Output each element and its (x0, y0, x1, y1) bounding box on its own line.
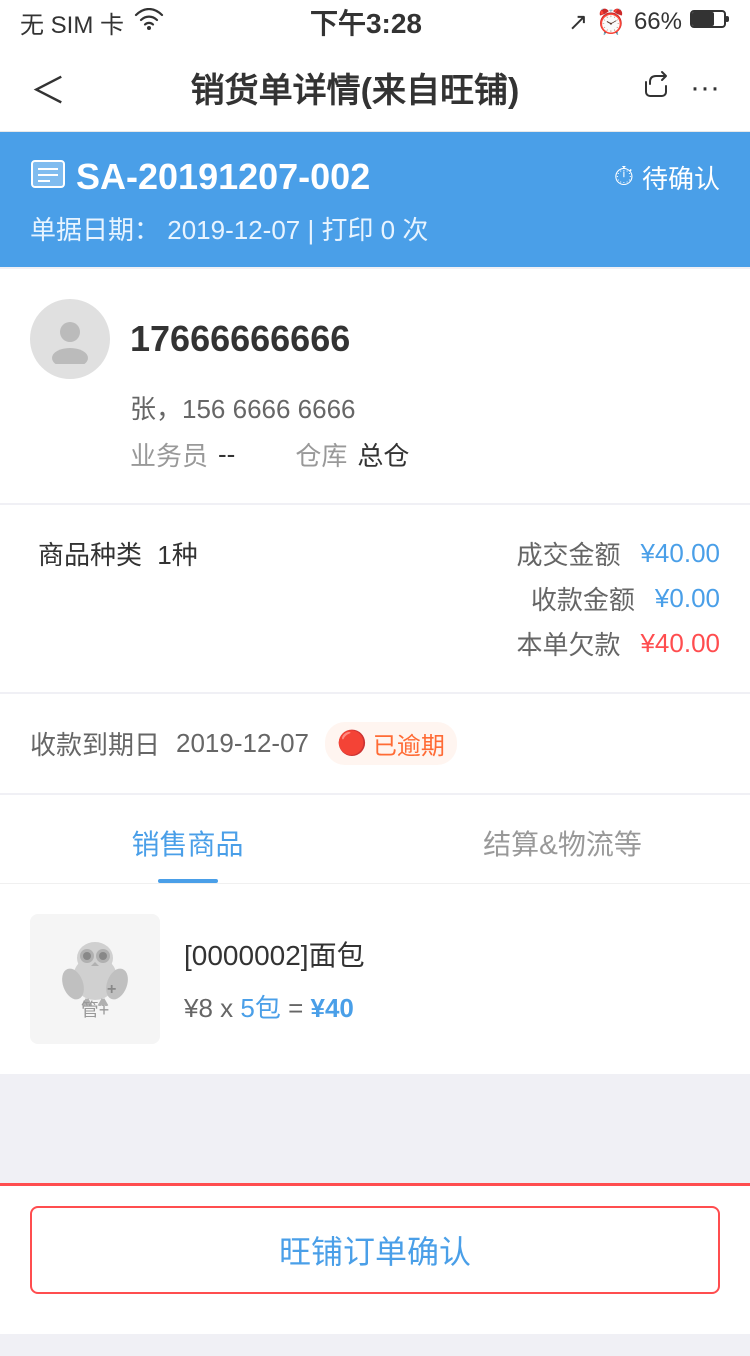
customer-card: 17666666666 张，156 6666 6666 业务员 -- 仓库 总仓 (0, 269, 750, 503)
status-right: ↗ ⏰ 66% (568, 8, 730, 37)
amount-row-1: 收款金额 ¥0.00 (531, 580, 720, 617)
sales-label: 业务员 (130, 436, 208, 473)
summary-card: 商品种类 1种 成交金额 ¥40.00 收款金额 ¥0.00 本单欠款 ¥40.… (0, 505, 750, 692)
summary-amounts: 成交金额 ¥40.00 收款金额 ¥0.00 本单欠款 ¥40.00 (516, 535, 720, 662)
nav-bar: ＜ 销货单详情(来自旺铺) ··· (0, 44, 750, 132)
product-total: ¥40 (310, 993, 353, 1023)
product-name: [0000002]面包 (184, 934, 720, 974)
customer-phone: 17666666666 (130, 318, 350, 360)
product-item: + 管+ [0000002]面包 ¥8 x 5包 = ¥40 (0, 884, 750, 1074)
tabs-section: 销售商品 结算&物流等 (0, 795, 750, 1074)
status-left: 无 SIM 卡 (20, 5, 164, 40)
carrier-text: 无 SIM 卡 (20, 5, 124, 40)
status-time: 下午3:28 (310, 2, 422, 42)
product-thumbnail: + 管+ (30, 914, 160, 1044)
tab-sales[interactable]: 销售商品 (0, 795, 375, 883)
due-date-card: 收款到期日 2019-12-07 🔴 已逾期 (0, 694, 750, 793)
overdue-text: 已逾期 (373, 726, 445, 761)
overdue-badge: 🔴 已逾期 (325, 722, 457, 765)
confirm-order-button[interactable]: 旺铺订单确认 (30, 1206, 720, 1294)
amount-row-2: 本单欠款 ¥40.00 (516, 625, 720, 662)
amount-value-1: ¥0.00 (655, 583, 720, 614)
tab-settlement[interactable]: 结算&物流等 (375, 795, 750, 883)
order-icon (30, 156, 66, 198)
battery-text: 66% (634, 8, 682, 36)
category-value: 1种 (157, 540, 197, 570)
product-price: ¥8 x 5包 = ¥40 (184, 988, 720, 1025)
status-clock-icon: ⏱ (614, 161, 634, 193)
due-label: 收款到期日 (30, 725, 160, 762)
location-icon: ↗ (568, 8, 588, 37)
order-date: 单据日期： 2019-12-07 | 打印 0 次 (30, 210, 720, 247)
warehouse-label: 仓库 (295, 436, 347, 473)
status-text: 待确认 (642, 159, 720, 196)
price-text: ¥8 x (184, 993, 240, 1023)
warehouse-value: 总仓 (357, 436, 409, 473)
equals-text: = (281, 993, 311, 1023)
order-number: SA-20191207-002 (76, 156, 370, 198)
share-icon[interactable] (638, 68, 670, 108)
order-id-section: SA-20191207-002 (30, 156, 370, 198)
avatar (30, 299, 110, 379)
sales-value: -- (218, 439, 235, 470)
amount-label-2: 本单欠款 (516, 625, 620, 662)
customer-meta: 业务员 -- 仓库 总仓 (30, 436, 720, 473)
due-date-value: 2019-12-07 (176, 728, 309, 759)
more-icon[interactable]: ··· (690, 71, 720, 105)
overdue-icon: 🔴 (337, 729, 367, 758)
bottom-action-bar: 旺铺订单确认 (0, 1183, 750, 1334)
nav-actions: ··· (620, 68, 720, 108)
category-info: 商品种类 1种 (30, 535, 516, 572)
page-title: 销货单详情(来自旺铺) (90, 63, 620, 112)
category-label: 商品种类 (38, 540, 142, 570)
customer-name-info: 张，156 6666 6666 (30, 389, 720, 426)
tabs-row: 销售商品 结算&物流等 (0, 795, 750, 884)
wifi-icon (134, 8, 164, 37)
back-button[interactable]: ＜ (30, 62, 90, 114)
alarm-icon: ⏰ (596, 8, 626, 37)
amount-row-0: 成交金额 ¥40.00 (516, 535, 720, 572)
status-bar: 无 SIM 卡 下午3:28 ↗ ⏰ 66% (0, 0, 750, 44)
amount-value-2: ¥40.00 (640, 628, 720, 659)
amount-label-1: 收款金额 (531, 580, 635, 617)
product-details: [0000002]面包 ¥8 x 5包 = ¥40 (184, 934, 720, 1025)
amount-value-0: ¥40.00 (640, 538, 720, 569)
battery-icon (690, 8, 730, 37)
amount-label-0: 成交金额 (516, 535, 620, 572)
order-header: SA-20191207-002 ⏱ 待确认 单据日期： 2019-12-07 |… (0, 132, 750, 267)
product-qty: 5包 (240, 993, 280, 1023)
order-status: ⏱ 待确认 (614, 159, 720, 196)
